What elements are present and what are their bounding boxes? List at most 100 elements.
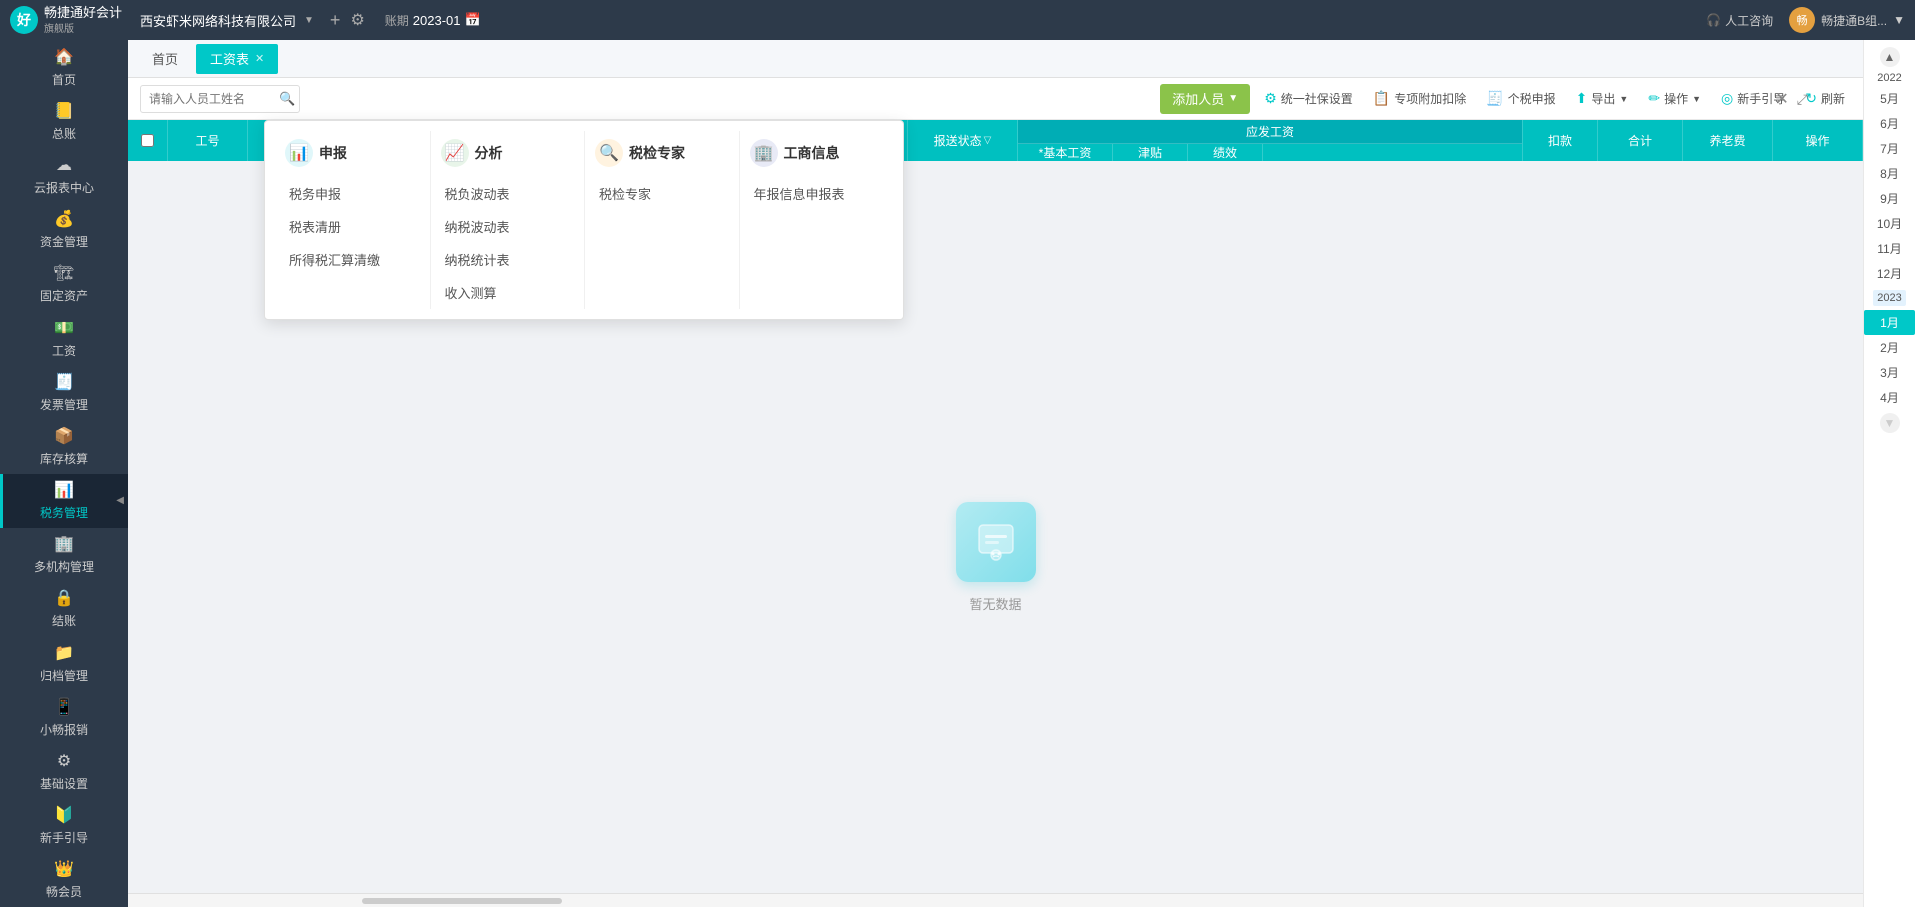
- invoice-icon: 🧾: [54, 372, 74, 392]
- declaration-icon: 📊: [285, 139, 313, 167]
- company-selector[interactable]: 西安虾米网络科技有限公司 ▼: [140, 11, 314, 30]
- sidebar-item-payroll[interactable]: 💵 工资: [0, 311, 128, 365]
- inventory-icon: 📦: [54, 426, 74, 446]
- export-label: 导出: [1591, 90, 1615, 107]
- dropdown-item-tax-fluctuation[interactable]: 纳税波动表: [441, 210, 575, 243]
- timeline-month-1[interactable]: 1月: [1864, 310, 1915, 335]
- service-button[interactable]: 🎧 人工咨询: [1706, 12, 1773, 29]
- timeline-down-nav[interactable]: ▼: [1880, 413, 1900, 433]
- basic-settings-icon: ⚙: [57, 751, 71, 771]
- sidebar-item-mini-report[interactable]: 📱 小畅报销: [0, 690, 128, 744]
- period-value: 2023-01: [413, 13, 461, 28]
- refresh-label: 刷新: [1821, 90, 1845, 107]
- export-dropdown-icon: ▼: [1619, 94, 1628, 104]
- timeline-month-4[interactable]: 4月: [1864, 385, 1915, 410]
- analysis-icon: 📈: [441, 139, 469, 167]
- empty-icon: [956, 502, 1036, 582]
- empty-text: 暂无数据: [969, 594, 1021, 613]
- sidebar: 🏠 首页 📒 总账 ☁ 云报表中心 💰 资金管理 🏗 固定资产 💵 工资 🧾 发…: [0, 40, 128, 907]
- user-name: 畅捷通B组...: [1821, 12, 1887, 29]
- timeline-month-12[interactable]: 12月: [1864, 261, 1915, 286]
- add-dropdown-arrow: ▼: [1228, 93, 1238, 104]
- sidebar-item-multi-org[interactable]: 🏢 多机构管理: [0, 528, 128, 582]
- timeline-month-7[interactable]: 7月: [1864, 136, 1915, 161]
- dropdown-item-tax-burden[interactable]: 税负波动表: [441, 177, 575, 210]
- special-deduction-icon: 📋: [1373, 90, 1390, 107]
- dropdown-item-tax-statistics[interactable]: 纳税统计表: [441, 243, 575, 276]
- sidebar-item-basic-settings[interactable]: ⚙ 基础设置: [0, 744, 128, 798]
- app-edition: 旗舰版: [44, 20, 122, 35]
- cloud-icon: ☁: [56, 155, 72, 175]
- timeline-month-8[interactable]: 8月: [1864, 161, 1915, 186]
- sidebar-item-ledger[interactable]: 📒 总账: [0, 94, 128, 148]
- dropdown-item-income-calc[interactable]: 收入测算: [441, 276, 575, 309]
- report-filter-icon[interactable]: ▽: [984, 135, 992, 146]
- special-deduction-btn[interactable]: 📋 专项附加扣除: [1367, 90, 1472, 107]
- add-company-icon[interactable]: +: [330, 10, 341, 31]
- sidebar-item-membership[interactable]: 👑 畅会员: [0, 853, 128, 907]
- timeline-month-9[interactable]: 9月: [1864, 186, 1915, 211]
- sidebar-item-assets[interactable]: 🏗 固定资产: [0, 257, 128, 311]
- sidebar-item-fund[interactable]: 💰 资金管理: [0, 203, 128, 257]
- top-bar-actions: + ⚙: [330, 10, 365, 31]
- settings-icon[interactable]: ⚙: [350, 10, 364, 30]
- search-input[interactable]: [149, 92, 279, 106]
- export-btn[interactable]: ⬆ 导出 ▼: [1570, 90, 1635, 107]
- th-wage-group: 应发工资 *基本工资 津贴 绩效: [1018, 120, 1523, 161]
- timeline-month-11[interactable]: 11月: [1864, 236, 1915, 261]
- th-report-status: 报送状态 ▽: [908, 120, 1018, 161]
- sidebar-item-tax[interactable]: 📊 税务管理 ◀: [0, 474, 128, 528]
- operations-label: 操作: [1664, 90, 1688, 107]
- calendar-icon[interactable]: 📅: [465, 12, 481, 28]
- timeline-month-3[interactable]: 3月: [1864, 360, 1915, 385]
- logo-icon: 好: [10, 6, 38, 34]
- user-info[interactable]: 畅 畅捷通B组... ▼: [1789, 7, 1905, 33]
- select-all-checkbox[interactable]: [141, 134, 154, 147]
- sidebar-item-guide[interactable]: 🔰 新手引导: [0, 799, 128, 853]
- social-security-label: 统一社保设置: [1281, 90, 1353, 107]
- sidebar-item-cloud-report[interactable]: ☁ 云报表中心: [0, 148, 128, 202]
- sidebar-item-invoice[interactable]: 🧾 发票管理: [0, 365, 128, 419]
- add-employee-button[interactable]: 添加人员 ▼: [1160, 84, 1250, 114]
- close-window-icon[interactable]: ✕: [1775, 89, 1788, 109]
- timeline-up-nav[interactable]: ▲: [1880, 47, 1900, 67]
- company-name: 西安虾米网络科技有限公司: [140, 11, 296, 30]
- main-layout: 🏠 首页 📒 总账 ☁ 云报表中心 💰 资金管理 🏗 固定资产 💵 工资 🧾 发…: [0, 40, 1915, 907]
- company-dropdown-icon[interactable]: ▼: [304, 15, 314, 26]
- dropdown-item-tax-expert[interactable]: 税检专家: [595, 177, 729, 210]
- social-security-btn[interactable]: ⚙ 统一社保设置: [1258, 90, 1359, 107]
- dropdown-item-income-tax[interactable]: 所得税汇算清缴: [285, 243, 420, 276]
- archive-icon: 📁: [54, 643, 74, 663]
- analysis-title: 分析: [475, 143, 503, 163]
- personal-tax-btn[interactable]: 🧾 个税申报: [1480, 90, 1561, 107]
- dropdown-item-tax-table[interactable]: 税表清册: [285, 210, 420, 243]
- personal-tax-label: 个税申报: [1508, 90, 1556, 107]
- sidebar-item-home[interactable]: 🏠 首页: [0, 40, 128, 94]
- th-social: 养老费: [1683, 120, 1773, 161]
- timeline-month-10[interactable]: 10月: [1864, 211, 1915, 236]
- th-deduction: 扣款: [1523, 120, 1598, 161]
- th-checkbox[interactable]: [128, 120, 168, 161]
- sidebar-item-inventory[interactable]: 📦 库存核算: [0, 419, 128, 473]
- operations-btn[interactable]: ✏ 操作 ▼: [1642, 90, 1707, 107]
- timeline-month-5[interactable]: 5月: [1864, 86, 1915, 111]
- th-ops: 操作: [1773, 120, 1863, 161]
- th-total: 合计: [1598, 120, 1683, 161]
- timeline-month-6[interactable]: 6月: [1864, 111, 1915, 136]
- sidebar-item-close-account[interactable]: 🔒 结账: [0, 582, 128, 636]
- add-employee-label: 添加人员: [1172, 89, 1224, 108]
- timeline-month-2[interactable]: 2月: [1864, 335, 1915, 360]
- restore-window-icon[interactable]: ⤢: [1797, 91, 1808, 108]
- content-area: ✕ ⤢ 首页 工资表 ✕ 🔍 添加人员 ▼ ⚙: [128, 40, 1863, 907]
- bottom-scrollbar[interactable]: [362, 898, 562, 904]
- th-allowance: 津贴: [1113, 144, 1188, 161]
- tab-home[interactable]: 首页: [138, 44, 192, 74]
- service-label: 人工咨询: [1725, 12, 1773, 29]
- dropdown-item-tax-declaration[interactable]: 税务申报: [285, 177, 420, 210]
- dropdown-col-business: 🏢 工商信息 年报信息申报表: [739, 131, 894, 309]
- tab-payroll-close-icon[interactable]: ✕: [255, 52, 264, 65]
- window-controls: ✕ ⤢: [1775, 80, 1808, 118]
- tab-payroll[interactable]: 工资表 ✕: [196, 44, 278, 74]
- sidebar-item-archive[interactable]: 📁 归档管理: [0, 636, 128, 690]
- dropdown-item-annual-report[interactable]: 年报信息申报表: [750, 177, 884, 210]
